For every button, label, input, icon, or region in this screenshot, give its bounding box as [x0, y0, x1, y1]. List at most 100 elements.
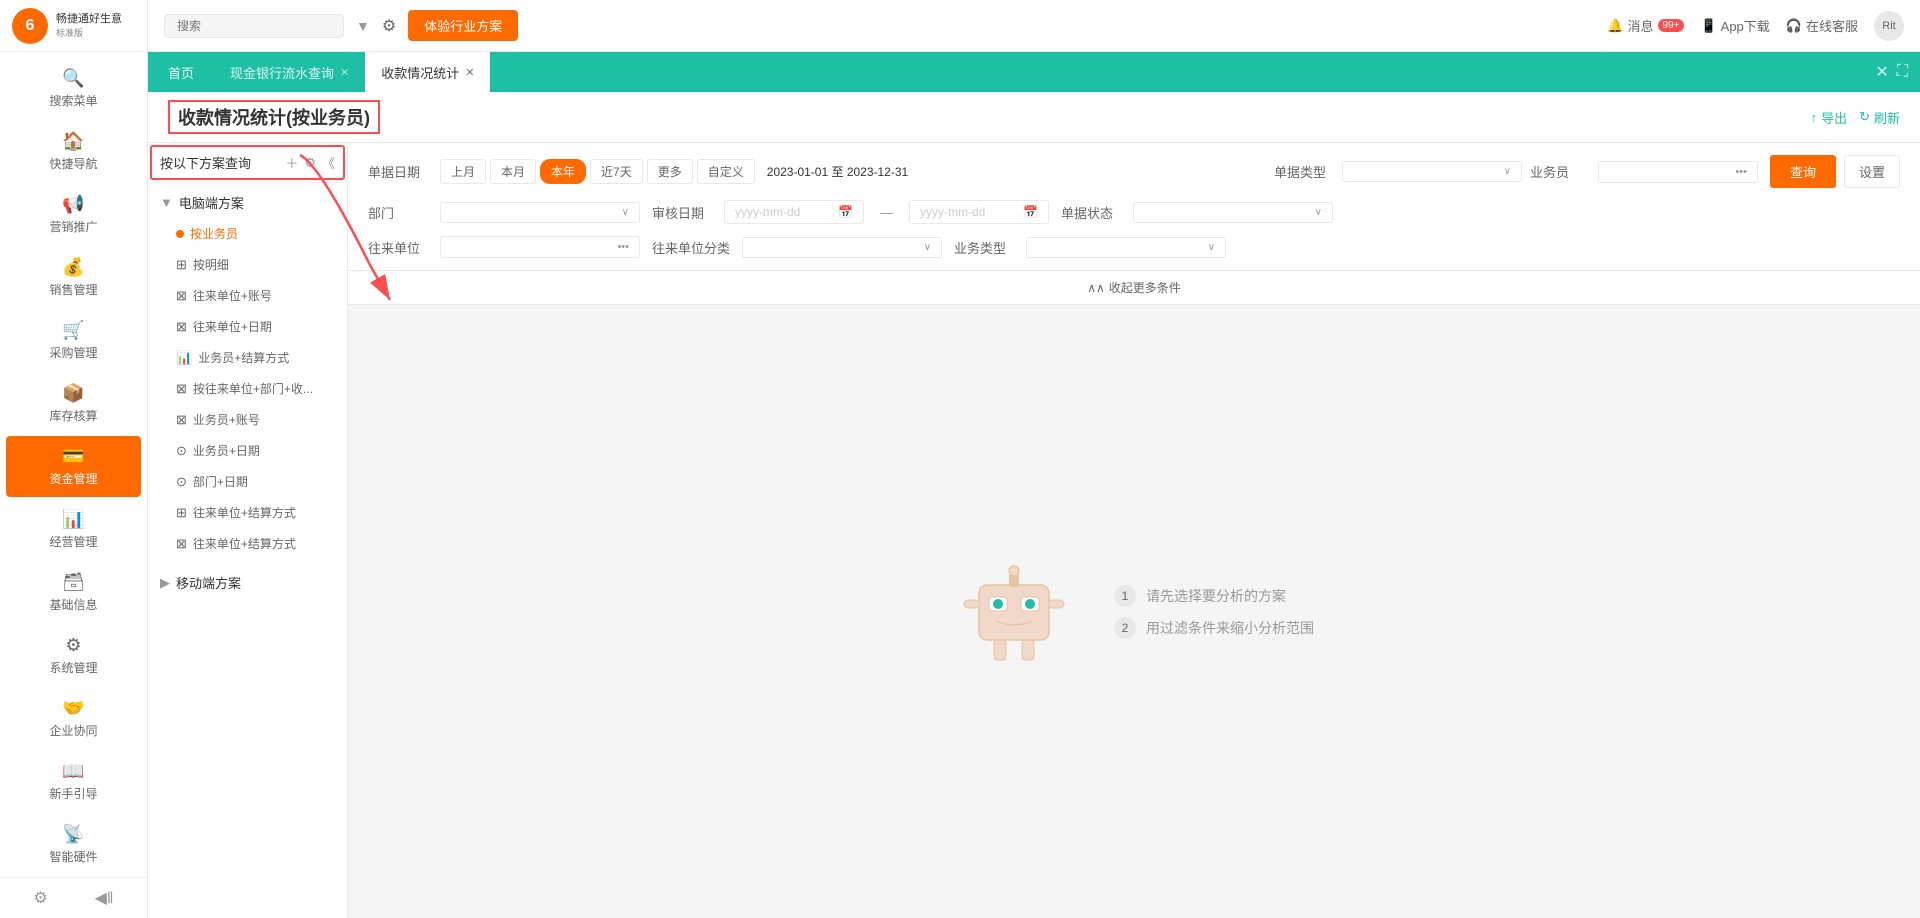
settings-bottom-icon[interactable]: ⚙: [33, 888, 47, 908]
calendar-end-icon[interactable]: 📅: [1023, 205, 1038, 219]
tab-fullscreen-icon[interactable]: ⛶: [1897, 63, 1908, 81]
operation-icon: 📊: [62, 509, 84, 530]
business-type-label: 业务类型: [954, 238, 1014, 257]
breadcrumb-dropdown-icon[interactable]: ▼: [356, 18, 370, 34]
collapse-more-btn[interactable]: ∧∧ 收起更多条件: [348, 271, 1920, 305]
collapse-sidebar-icon[interactable]: ◀‖: [95, 888, 114, 908]
schema-item-by-detail[interactable]: ⊞ 按明细: [148, 249, 347, 280]
sidebar-item-search-menu[interactable]: 🔍 搜索菜单: [6, 58, 141, 119]
date-btn-custom[interactable]: 自定义: [697, 159, 755, 184]
sidebar-item-purchase[interactable]: 🛒 采购管理: [6, 310, 141, 371]
tab-bank-flow[interactable]: 现金银行流水查询 ✕: [214, 52, 365, 92]
date-btn-more[interactable]: 更多: [647, 159, 693, 184]
salesperson-more-icon: •••: [1735, 166, 1747, 178]
schema-item-counterpart-settlement1[interactable]: ⊞ 往来单位+结算方式: [148, 497, 347, 528]
sidebar-item-inventory[interactable]: 📦 库存核算: [6, 373, 141, 434]
settlement-icon: 📊: [176, 350, 192, 366]
review-date-end[interactable]: yyyy-mm-dd 📅: [909, 200, 1049, 224]
doc-type-filter: 单据类型 ∨ 业务员 •••: [1274, 161, 1758, 183]
schema-group-desktop-header[interactable]: ▼ 电脑端方案: [148, 187, 347, 218]
schema-item-counterpart-settlement2[interactable]: ⊠ 往来单位+结算方式: [148, 528, 347, 559]
doc-type-arrow-icon: ∨: [1504, 166, 1511, 177]
step-num-1: 1: [1114, 585, 1136, 607]
counterpart-more-icon: •••: [617, 241, 629, 253]
tab-collection-stats[interactable]: 收款情况统计 ✕: [365, 52, 490, 92]
salesperson-select[interactable]: •••: [1598, 161, 1758, 183]
manage-schema-icon[interactable]: ⚙: [304, 155, 316, 171]
sidebar-item-enterprise[interactable]: 🤝 企业协同: [6, 688, 141, 749]
query-button[interactable]: 查询: [1770, 155, 1836, 188]
schema-item-dept-date[interactable]: ⊙ 部门+日期: [148, 466, 347, 497]
review-date-start[interactable]: yyyy-mm-dd 📅: [724, 200, 864, 224]
schema-item-by-salesperson[interactable]: 按业务员: [148, 218, 347, 249]
sales-icon: 💰: [62, 257, 84, 278]
detail-icon: ⊞: [176, 257, 187, 273]
settings-button[interactable]: 设置: [1844, 155, 1900, 188]
service-icon: 🎧: [1786, 18, 1802, 34]
sidebar-item-system[interactable]: ⚙ 系统管理: [6, 625, 141, 686]
schema-item-salesperson-settlement[interactable]: 📊 业务员+结算方式: [148, 342, 347, 373]
sidebar-item-sales[interactable]: 💰 销售管理: [6, 247, 141, 308]
expand-icon: ▼: [160, 195, 173, 210]
notification-btn[interactable]: 🔔 消息 99+: [1607, 16, 1684, 35]
refresh-button[interactable]: ↻ 刷新: [1859, 108, 1900, 127]
counterpart-type-label: 往来单位分类: [652, 238, 730, 257]
tab-bank-flow-close-icon[interactable]: ✕: [340, 66, 349, 79]
business-type-select[interactable]: ∨: [1026, 237, 1226, 258]
dept-select[interactable]: ∨: [440, 202, 640, 223]
marketing-icon: 📢: [62, 194, 84, 215]
settlement2-icon: ⊠: [176, 536, 187, 552]
sidebar-item-label: 搜索菜单: [49, 92, 97, 109]
left-panel: 按以下方案查询 ＋ ⚙ 《 ▼ 电脑端方案 按业务员: [148, 143, 348, 918]
date-btn-this-year[interactable]: 本年: [540, 159, 586, 184]
review-date-label: 审核日期: [652, 203, 712, 222]
date-btn-this-month[interactable]: 本月: [490, 159, 536, 184]
sidebar-item-quick-nav[interactable]: 🏠 快捷导航: [6, 121, 141, 182]
doc-status-select[interactable]: ∨: [1133, 202, 1333, 223]
online-service-btn[interactable]: 🎧 在线客服: [1786, 16, 1858, 35]
schema-item-label: 往来单位+结算方式: [193, 535, 296, 552]
bell-icon: 🔔: [1607, 18, 1623, 34]
tab-collection-stats-label: 收款情况统计: [381, 63, 459, 82]
schema-item-counterpart-dept-collect[interactable]: ⊠ 按往来单位+部门+收...: [148, 373, 347, 404]
sidebar-item-label: 营销推广: [49, 218, 97, 235]
counterpart-type-select[interactable]: ∨: [742, 237, 942, 258]
filter-row-2: 部门 ∨ 审核日期 yyyy-mm-dd 📅 — yyyy-mm-dd: [368, 200, 1900, 224]
doc-status-label: 单据状态: [1061, 203, 1121, 222]
user-avatar[interactable]: Rit: [1874, 11, 1904, 41]
header-settings-icon[interactable]: ⚙: [382, 16, 396, 36]
date-btn-last-month[interactable]: 上月: [440, 159, 486, 184]
export-icon: ↑: [1811, 110, 1818, 125]
settlement1-icon: ⊞: [176, 505, 187, 521]
tab-close-all-icon[interactable]: ✕: [1875, 62, 1888, 82]
counterpart-select[interactable]: •••: [440, 236, 640, 258]
collapse-chevron-icon: ∧∧: [1087, 281, 1105, 295]
sidebar-item-guide[interactable]: 📖 新手引导: [6, 751, 141, 812]
schema-item-counterpart-date[interactable]: ⊠ 往来单位+日期: [148, 311, 347, 342]
date-btn-7days[interactable]: 近7天: [590, 159, 643, 184]
sidebar-item-basic[interactable]: 🗃 基础信息: [6, 562, 141, 623]
date-options-group: 上月 本月 本年 近7天 更多 自定义 2023-01-01 至 2023-12…: [440, 159, 908, 184]
doc-type-select[interactable]: ∨: [1342, 161, 1522, 182]
schema-item-salesperson-account[interactable]: ⊠ 业务员+账号: [148, 404, 347, 435]
tab-collection-stats-close-icon[interactable]: ✕: [465, 66, 474, 79]
header-left: ▼ ⚙ 体验行业方案: [164, 10, 518, 41]
filter-area: 单据日期 上月 本月 本年 近7天 更多 自定义 2023-01-01 至 20…: [348, 143, 1920, 271]
calendar-start-icon[interactable]: 📅: [838, 205, 853, 219]
empty-robot-icon: [954, 545, 1074, 678]
tab-home[interactable]: 首页: [148, 52, 214, 92]
sidebar-item-operation[interactable]: 📊 经营管理: [6, 499, 141, 560]
schema-item-counterpart-account[interactable]: ⊠ 往来单位+账号: [148, 280, 347, 311]
trial-button[interactable]: 体验行业方案: [408, 10, 518, 41]
add-schema-icon[interactable]: ＋: [285, 153, 298, 172]
schema-item-salesperson-date[interactable]: ⊙ 业务员+日期: [148, 435, 347, 466]
export-button[interactable]: ↑ 导出: [1811, 108, 1848, 127]
collapse-panel-icon[interactable]: 《: [322, 153, 335, 172]
sidebar-item-hardware[interactable]: 📡 智能硬件: [6, 814, 141, 875]
sidebar-item-marketing[interactable]: 📢 营销推广: [6, 184, 141, 245]
sidebar-item-finance[interactable]: 💳 资金管理: [6, 436, 141, 497]
schema-group-mobile-header[interactable]: ▶ 移动端方案: [148, 567, 347, 598]
breadcrumb-search[interactable]: [164, 14, 344, 38]
app-download-btn[interactable]: 📱 App下载: [1700, 16, 1769, 35]
dept-collect-icon: ⊠: [176, 381, 187, 397]
